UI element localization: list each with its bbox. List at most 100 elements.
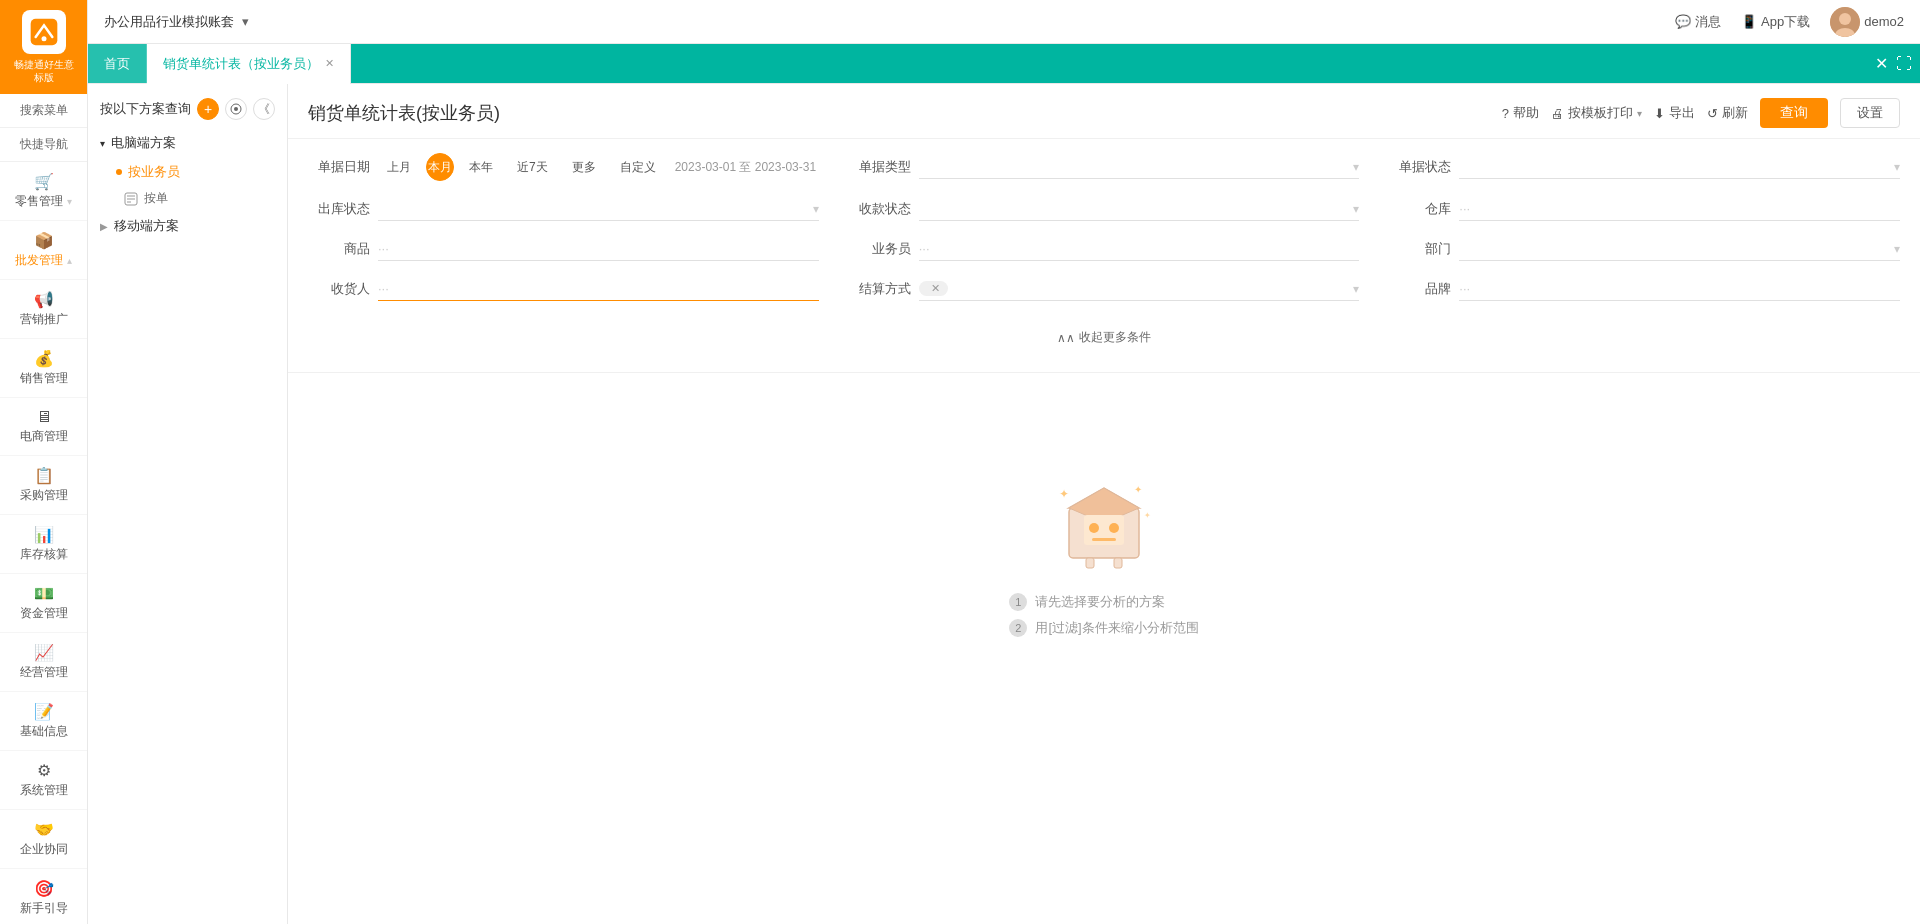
search-menu[interactable]: 搜索菜单: [0, 94, 87, 128]
out-status-select[interactable]: ▾: [378, 198, 819, 221]
goods-input[interactable]: ···: [378, 237, 819, 261]
retail-icon: 🛒: [4, 172, 83, 191]
tab-sales-stat[interactable]: 销货单统计表（按业务员） ✕: [147, 44, 351, 84]
payment-label: 结算方式: [849, 280, 919, 298]
doc-type-chevron: ▾: [1353, 160, 1359, 174]
date-label: 单据日期: [308, 158, 378, 176]
panel-collapse-btn[interactable]: 《: [253, 98, 275, 120]
refresh-btn[interactable]: ↺ 刷新: [1707, 104, 1748, 122]
panel-edit-btn[interactable]: [225, 98, 247, 120]
retail-arrow: ▾: [67, 196, 72, 207]
refresh-icon: ↺: [1707, 106, 1718, 121]
user-profile[interactable]: demo2: [1830, 7, 1904, 37]
payment-select[interactable]: ✕ ▾: [919, 277, 1360, 301]
consignee-dots: ···: [378, 281, 389, 296]
sales-label: 销售管理: [20, 371, 68, 385]
empty-tip-2: 2 用[过滤]条件来缩小分析范围: [1009, 619, 1198, 637]
date-btn-last-month[interactable]: 上月: [378, 156, 420, 179]
logo-icon: [22, 10, 66, 54]
tabbar-controls: ✕ ⛶: [1875, 54, 1920, 73]
tab-home-label: 首页: [104, 55, 130, 73]
tree-by-order[interactable]: 按单: [88, 186, 287, 211]
topbar-dropdown-btn[interactable]: ▾: [242, 14, 249, 29]
goods-dots: ···: [378, 241, 389, 256]
svg-point-15: [1089, 523, 1099, 533]
date-range: 2023-03-01 至 2023-03-31: [675, 159, 816, 176]
dept-select[interactable]: ▾: [1459, 238, 1900, 261]
tab-close-all-btn[interactable]: ✕: [1875, 54, 1888, 73]
staff-field: 业务员 ···: [849, 237, 1360, 261]
date-btn-this-month[interactable]: 本月: [426, 153, 454, 181]
collapse-btn[interactable]: ∧∧ 收起更多条件: [1045, 325, 1163, 350]
message-label: 消息: [1695, 13, 1721, 31]
tab-maximize-btn[interactable]: ⛶: [1896, 55, 1912, 73]
filter-row-3: 商品 ··· 业务员 ··· 部门: [308, 237, 1900, 261]
sidebar-item-finance[interactable]: 💵 资金管理: [0, 574, 87, 633]
staff-input[interactable]: ···: [919, 237, 1360, 261]
quick-nav[interactable]: 快捷导航: [0, 128, 87, 162]
query-btn[interactable]: 查询: [1760, 98, 1828, 128]
panel-actions: + 《: [197, 98, 275, 120]
payment-tag-close[interactable]: ✕: [931, 282, 940, 295]
date-btn-7days[interactable]: 近7天: [508, 156, 557, 179]
doc-status-chevron: ▾: [1894, 160, 1900, 174]
doc-status-field: 单据状态 ▾: [1389, 156, 1900, 179]
quick-nav-label: 快捷导航: [0, 132, 87, 157]
settings-btn[interactable]: 设置: [1840, 98, 1900, 128]
print-arrow[interactable]: ▾: [1637, 108, 1642, 119]
sidebar-item-retail[interactable]: 🛒 零售管理 ▾: [0, 162, 87, 221]
basic-icon: 📝: [4, 702, 83, 721]
consignee-input[interactable]: ···: [378, 277, 819, 301]
sidebar-item-system[interactable]: ⚙ 系统管理: [0, 751, 87, 810]
operation-icon: 📈: [4, 643, 83, 662]
sidebar-item-inventory[interactable]: 📊 库存核算: [0, 515, 87, 574]
brand-input[interactable]: ···: [1459, 277, 1900, 301]
sidebar-item-wholesale[interactable]: 📦 批发管理 ▴: [0, 221, 87, 280]
collapse-row: ∧∧ 收起更多条件: [308, 317, 1900, 358]
print-btn[interactable]: 🖨 按模板打印 ▾: [1551, 104, 1642, 122]
consignee-field: 收货人 ···: [308, 277, 819, 301]
tree-by-staff[interactable]: 按业务员: [88, 158, 287, 186]
help-label: 帮助: [1513, 104, 1539, 122]
tabbar: 首页 销货单统计表（按业务员） ✕ ✕ ⛶: [88, 44, 1920, 84]
marketing-icon: 📢: [4, 290, 83, 309]
panel-add-btn[interactable]: +: [197, 98, 219, 120]
help-btn[interactable]: ? 帮助: [1502, 104, 1539, 122]
filter-row-2: 出库状态 ▾ 收款状态 ▾: [308, 197, 1900, 221]
sidebar-item-basic[interactable]: 📝 基础信息: [0, 692, 87, 751]
wholesale-arrow: ▴: [67, 255, 72, 266]
tab-close-btn[interactable]: ✕: [325, 57, 334, 70]
date-btn-custom[interactable]: 自定义: [611, 156, 665, 179]
tree-mobile-section[interactable]: ▶ 移动端方案: [88, 211, 287, 241]
sidebar-item-ecommerce[interactable]: 🖥 电商管理: [0, 398, 87, 456]
date-btn-more[interactable]: 更多: [563, 156, 605, 179]
doc-status-label: 单据状态: [1389, 158, 1459, 176]
recv-status-select[interactable]: ▾: [919, 198, 1360, 221]
svg-text:✦: ✦: [1134, 484, 1142, 495]
export-label: 导出: [1669, 104, 1695, 122]
tab-home[interactable]: 首页: [88, 44, 147, 84]
operation-label: 经营管理: [20, 665, 68, 679]
tree-pc-section[interactable]: ▾ 电脑端方案: [88, 128, 287, 158]
doc-type-select[interactable]: ▾: [919, 156, 1360, 179]
sidebar-item-purchase[interactable]: 📋 采购管理: [0, 456, 87, 515]
date-btn-this-year[interactable]: 本年: [460, 156, 502, 179]
export-btn[interactable]: ⬇ 导出: [1654, 104, 1695, 122]
doc-status-select[interactable]: ▾: [1459, 156, 1900, 179]
message-btn[interactable]: 💬 消息: [1675, 13, 1721, 31]
sidebar-item-enterprise[interactable]: 🤝 企业协同: [0, 810, 87, 869]
date-filter-controls: 上月 本月 本年 近7天 更多 自定义 2023-03-01 至 2023-03…: [378, 153, 816, 181]
ecommerce-icon: 🖥: [4, 408, 83, 426]
sidebar-item-sales[interactable]: 💰 销售管理: [0, 339, 87, 398]
app-download-btn[interactable]: 📱 App下载: [1741, 13, 1810, 31]
sidebar-item-marketing[interactable]: 📢 营销推广: [0, 280, 87, 339]
svg-point-1: [41, 36, 46, 41]
sidebar-item-operation[interactable]: 📈 经营管理: [0, 633, 87, 692]
brand-field: 品牌 ···: [1389, 277, 1900, 301]
goods-field: 商品 ···: [308, 237, 819, 261]
warehouse-field: 仓库 ···: [1389, 197, 1900, 221]
sidebar-item-newbie[interactable]: 🎯 新手引导: [0, 869, 87, 924]
app-logo[interactable]: 畅捷通好生意 标版: [0, 0, 87, 94]
basic-label: 基础信息: [20, 724, 68, 738]
warehouse-input[interactable]: ···: [1459, 197, 1900, 221]
